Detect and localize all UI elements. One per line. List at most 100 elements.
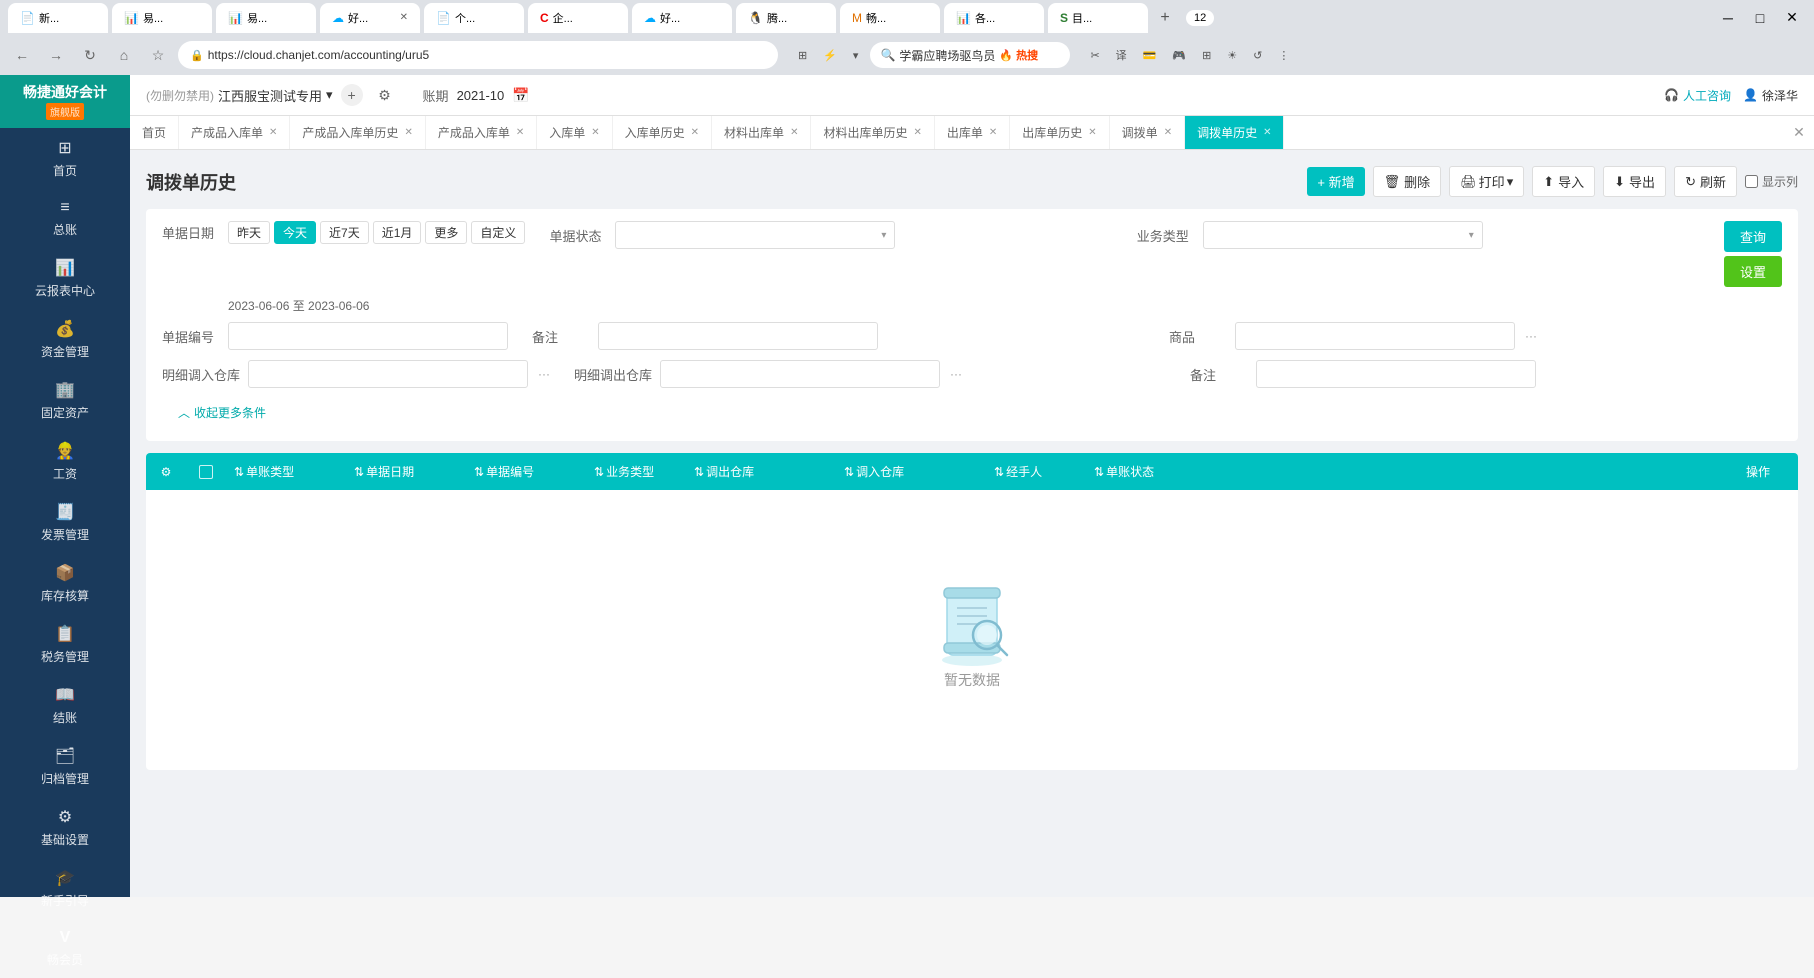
browser-tab-9[interactable]: M 畅... <box>840 3 940 33</box>
sidebar-item-funds[interactable]: 💰 资金管理 <box>0 309 130 370</box>
print-button[interactable]: 🖨 打印 ▾ <box>1449 166 1524 197</box>
refresh-button-page[interactable]: ↻ 刷新 <box>1674 166 1737 197</box>
sidebar-item-archive[interactable]: 🗂 归档管理 <box>0 736 130 797</box>
tab-close-product-inbound-history[interactable]: ✕ <box>404 127 412 138</box>
filter-detail-in-input[interactable] <box>248 360 528 388</box>
filter-detail-note-input[interactable] <box>1256 360 1536 388</box>
tab-product-inbound-history[interactable]: 产成品入库单历史 ✕ <box>290 116 425 149</box>
extensions-button[interactable]: ⊞ <box>792 47 813 64</box>
game-tool[interactable]: 🎮 <box>1166 47 1192 64</box>
detail-in-more-icon[interactable]: ··· <box>538 367 550 381</box>
new-tab-button[interactable]: + <box>1152 5 1178 31</box>
minimize-button[interactable]: ─ <box>1714 4 1742 32</box>
browser-tab-6[interactable]: C 企... <box>528 3 628 33</box>
browser-tab-7[interactable]: ☁ 好... <box>632 3 732 33</box>
browser-tab-2[interactable]: 📊 易... <box>112 3 212 33</box>
sidebar-item-tax[interactable]: 📋 税务管理 <box>0 614 130 675</box>
browser-search-box[interactable]: 🔍 学霸应聘场驱鸟员 🔥 热搜 <box>870 42 1070 68</box>
browser-tab-4[interactable]: ☁ 好... ✕ <box>320 3 420 33</box>
tab-close-outbound-history[interactable]: ✕ <box>1088 127 1096 138</box>
header-checkbox[interactable] <box>199 465 213 479</box>
tab-close-4[interactable]: ✕ <box>400 12 408 23</box>
sidebar-item-reports[interactable]: 📊 云报表中心 <box>0 248 130 309</box>
sidebar-item-invoice[interactable]: 🧾 发票管理 <box>0 492 130 553</box>
table-header-settings[interactable]: ⚙ <box>146 455 186 489</box>
tab-close-outbound[interactable]: ✕ <box>989 127 997 138</box>
table-header-in[interactable]: ⇅ 调入仓库 <box>836 453 986 490</box>
tab-transfer-history[interactable]: 调拨单历史 ✕ <box>1185 116 1284 149</box>
service-button[interactable]: 🎧 人工咨询 <box>1664 87 1731 104</box>
tab-close-inbound-history[interactable]: ✕ <box>691 127 699 138</box>
tab-product-inbound[interactable]: 产成品入库单 ✕ <box>179 116 290 149</box>
tab-product-inbound2[interactable]: 产成品入库单 ✕ <box>426 116 537 149</box>
browser-tab-8[interactable]: 🐧 腾... <box>736 3 836 33</box>
date-btn-today[interactable]: 今天 <box>274 221 316 244</box>
query-button[interactable]: 查询 <box>1724 221 1782 252</box>
table-header-status[interactable]: ⇅ 单账状态 <box>1086 453 1718 490</box>
tab-material-outbound[interactable]: 材料出库单 ✕ <box>712 116 811 149</box>
sidebar-item-vip[interactable]: V 畅会员 <box>0 919 130 978</box>
collapse-button[interactable]: ︿ 收起更多条件 <box>162 400 1782 425</box>
table-header-biz[interactable]: ⇅ 业务类型 <box>586 453 686 490</box>
translate-tool[interactable]: 译 <box>1110 45 1133 65</box>
back-button[interactable]: ← <box>8 41 36 69</box>
address-input[interactable]: 🔒 https://cloud.chanjet.com/accounting/u… <box>178 41 778 69</box>
sidebar-item-payroll[interactable]: 👷 工资 <box>0 431 130 492</box>
grid-tool[interactable]: ⊞ <box>1196 47 1217 64</box>
settings-gear-button[interactable]: ⚙ <box>371 81 399 109</box>
wallet-tool[interactable]: 💳 <box>1137 47 1163 64</box>
tab-close-transfer[interactable]: ✕ <box>1164 127 1172 138</box>
new-button[interactable]: + 新增 <box>1307 167 1364 196</box>
browser-tab-11[interactable]: S 目... <box>1048 3 1148 33</box>
sidebar-item-fixed-assets[interactable]: 🏢 固定资产 <box>0 370 130 431</box>
browser-tab-3[interactable]: 📊 易... <box>216 3 316 33</box>
user-info[interactable]: 👤 徐泽华 <box>1743 87 1798 104</box>
sidebar-item-home[interactable]: ⊞ 首页 <box>0 128 130 189</box>
table-header-no[interactable]: ⇅ 单据编号 <box>466 453 586 490</box>
goods-more-icon[interactable]: ··· <box>1525 329 1537 343</box>
tab-close-product-inbound2[interactable]: ✕ <box>516 127 524 138</box>
maximize-button[interactable]: □ <box>1746 4 1774 32</box>
date-btn-7days[interactable]: 近7天 <box>320 221 369 244</box>
company-selector[interactable]: (勿删勿禁用) 江西服宝测试专用 ▾ <box>146 86 333 105</box>
tab-close-inbound[interactable]: ✕ <box>591 127 599 138</box>
date-btn-yesterday[interactable]: 昨天 <box>228 221 270 244</box>
tab-close-material-outbound[interactable]: ✕ <box>790 127 798 138</box>
table-header-type[interactable]: ⇅ 单账类型 <box>226 453 346 490</box>
tab-inbound[interactable]: 入库单 ✕ <box>537 116 612 149</box>
filter-detail-out-input[interactable] <box>660 360 940 388</box>
add-company-button[interactable]: + <box>341 84 363 106</box>
tab-close-product-inbound[interactable]: ✕ <box>269 127 277 138</box>
sidebar-item-settings[interactable]: ⚙ 基础设置 <box>0 797 130 858</box>
history-tool[interactable]: ↺ <box>1247 47 1268 64</box>
tab-close-transfer-history[interactable]: ✕ <box>1263 127 1271 138</box>
filter-docno-input[interactable] <box>228 322 508 350</box>
tab-bar-close-button[interactable]: ✕ <box>1784 124 1814 141</box>
table-header-date[interactable]: ⇅ 单据日期 <box>346 453 466 490</box>
refresh-button[interactable]: ↻ <box>76 41 104 69</box>
filter-settings-button[interactable]: 设置 <box>1724 256 1782 287</box>
filter-note-input[interactable] <box>598 322 878 350</box>
table-header-checkbox[interactable] <box>186 455 226 489</box>
import-button[interactable]: ⬆ 导入 <box>1532 166 1595 197</box>
detail-out-more-icon[interactable]: ··· <box>950 367 962 381</box>
home-button[interactable]: ⌂ <box>110 41 138 69</box>
tab-material-outbound-history[interactable]: 材料出库单历史 ✕ <box>811 116 934 149</box>
menu-tool[interactable]: ⋮ <box>1272 47 1295 64</box>
browser-tab-5[interactable]: 📄 个... <box>424 3 524 33</box>
close-button[interactable]: ✕ <box>1778 4 1806 32</box>
tab-inbound-history[interactable]: 入库单历史 ✕ <box>613 116 712 149</box>
sidebar-item-inventory[interactable]: 📦 库存核算 <box>0 553 130 614</box>
tab-outbound[interactable]: 出库单 ✕ <box>935 116 1010 149</box>
browser-tab-1[interactable]: 📄 新... <box>8 3 108 33</box>
date-btn-custom[interactable]: 自定义 <box>471 221 525 244</box>
tab-outbound-history[interactable]: 出库单历史 ✕ <box>1010 116 1109 149</box>
tab-transfer[interactable]: 调拨单 ✕ <box>1110 116 1185 149</box>
scissors-tool[interactable]: ✂ <box>1084 47 1105 64</box>
sidebar-item-guide[interactable]: 🎓 新手引导 <box>0 858 130 919</box>
theme-tool[interactable]: ☀ <box>1221 47 1243 64</box>
calendar-icon[interactable]: 📅 <box>512 87 529 104</box>
sidebar-item-ledger[interactable]: ≡ 总账 <box>0 189 130 248</box>
show-cols-checkbox[interactable] <box>1745 175 1758 188</box>
export-button[interactable]: ⬇ 导出 <box>1603 166 1666 197</box>
